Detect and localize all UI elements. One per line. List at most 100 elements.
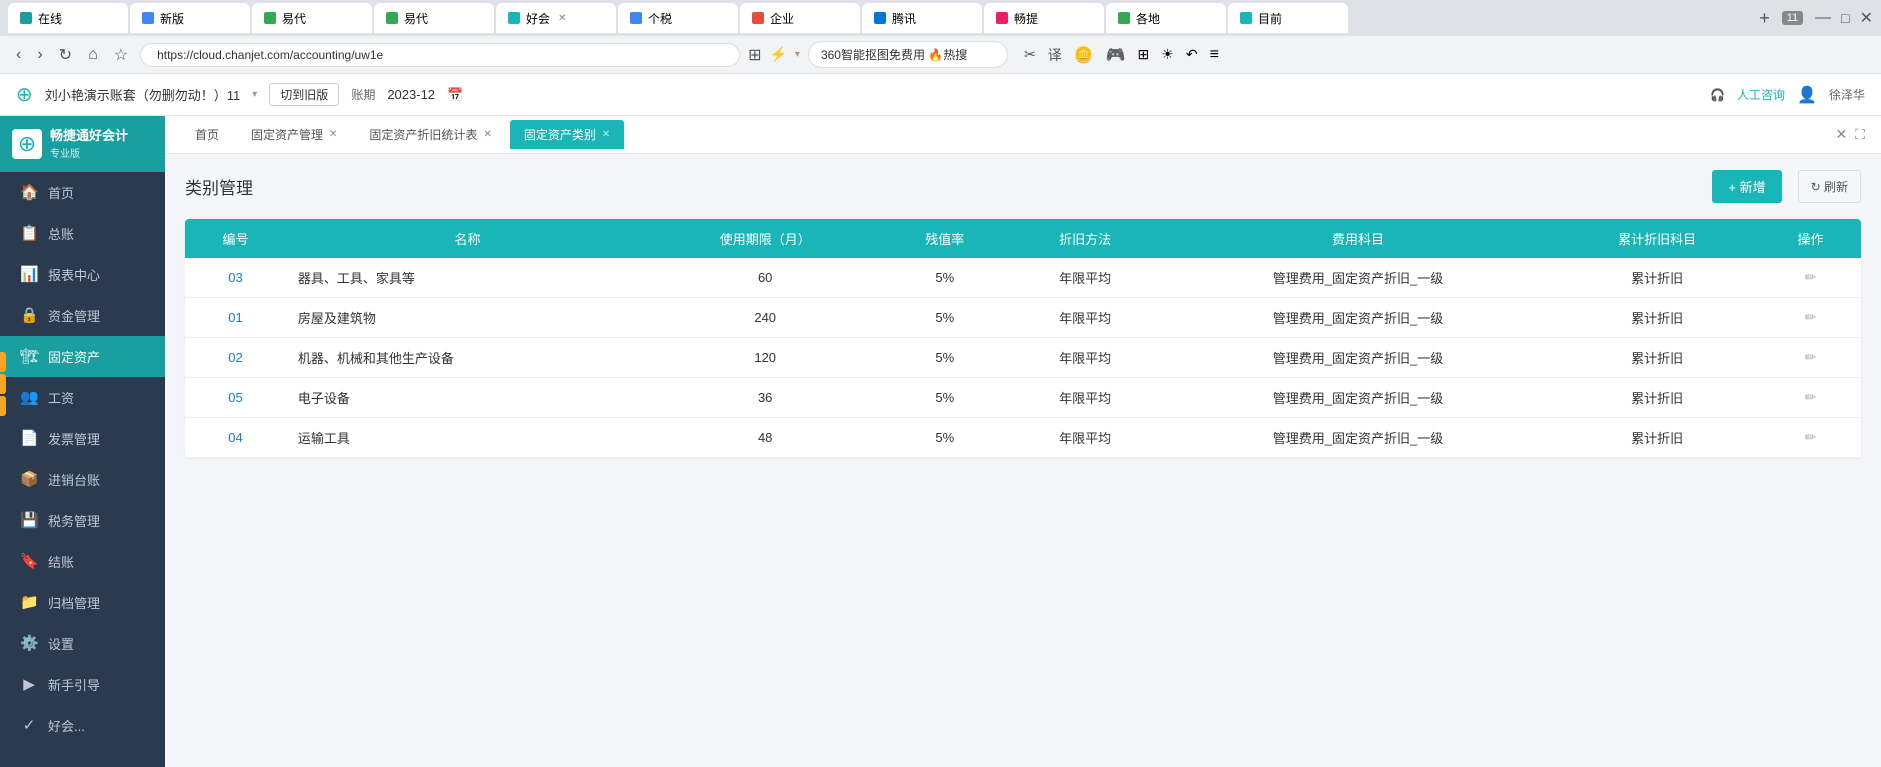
col-action: 操作 xyxy=(1760,219,1861,258)
tab-close-4[interactable]: ✕ xyxy=(558,13,566,24)
tab-label-0: 在线 xyxy=(38,10,62,27)
new-tab-button[interactable]: + xyxy=(1755,8,1774,29)
sidebar-item-inventory[interactable]: 📦 进销台账 xyxy=(0,459,165,500)
back-button[interactable]: ‹ xyxy=(12,42,25,68)
sidebar-item-closing[interactable]: 🔖 结账 xyxy=(0,541,165,582)
sidebar-label-closing: 结账 xyxy=(48,552,74,571)
tab-asset-category[interactable]: 固定资产类别 ✕ xyxy=(510,120,624,149)
sidebar-item-guide[interactable]: ▶ 新手引导 xyxy=(0,664,165,705)
address-icon: ⊞ xyxy=(748,45,761,65)
tab-fixed-assets-mgmt-close[interactable]: ✕ xyxy=(329,129,337,140)
tab-home[interactable]: 首页 xyxy=(181,120,233,149)
user-name: 徐泽华 xyxy=(1829,86,1865,103)
cell-expense-4: 管理费用_固定资产折旧_一级 xyxy=(1162,418,1554,458)
cell-accumulated-0: 累计折旧 xyxy=(1554,258,1760,298)
sidebar-item-archive[interactable]: 📁 归档管理 xyxy=(0,582,165,623)
refresh-button[interactable]: ↻ 刷新 xyxy=(1798,170,1861,203)
period-value: 2023-12 xyxy=(387,87,435,102)
browser-tab-6[interactable]: 企业 xyxy=(740,3,860,33)
browser-search-input[interactable]: 360智能抠图免费用 🔥热搜 xyxy=(808,41,1008,68)
cell-residual-0: 5% xyxy=(881,258,1008,298)
sidebar-item-finance[interactable]: 🔒 资金管理 xyxy=(0,295,165,336)
tab-asset-category-close[interactable]: ✕ xyxy=(602,129,610,140)
sidebar-item-home[interactable]: 🏠 首页 xyxy=(0,172,165,213)
tab-label-2: 易代 xyxy=(282,10,306,27)
browser-tab-2[interactable]: 易代 xyxy=(252,3,372,33)
tab-favicon-6 xyxy=(752,12,764,24)
dropdown-arrow[interactable]: ▾ xyxy=(252,89,257,100)
sidebar-item-settings[interactable]: ⚙️ 设置 xyxy=(0,623,165,664)
home-button[interactable]: ⌂ xyxy=(84,42,102,68)
payroll-icon: 👥 xyxy=(20,388,38,406)
sidebar-item-payroll[interactable]: 👥 工资 xyxy=(0,377,165,418)
browser-tab-4[interactable]: 好会 ✕ xyxy=(496,3,616,33)
reports-icon: 📊 xyxy=(20,265,38,283)
tab-depreciation-table-close[interactable]: ✕ xyxy=(483,129,491,140)
support-label[interactable]: 人工咨询 xyxy=(1737,86,1785,103)
edit-button-1[interactable]: ✏ xyxy=(1805,309,1817,325)
browser-tab-3[interactable]: 易代 xyxy=(374,3,494,33)
tab-fixed-assets-mgmt[interactable]: 固定资产管理 ✕ xyxy=(237,120,351,149)
tab-favicon-5 xyxy=(630,12,642,24)
tab-favicon-1 xyxy=(142,12,154,24)
calendar-icon[interactable]: 📅 xyxy=(447,87,463,103)
forward-button[interactable]: › xyxy=(33,42,46,68)
minimize-button[interactable]: — xyxy=(1815,9,1831,27)
menu-icon[interactable]: ≡ xyxy=(1210,46,1219,64)
close-window-button[interactable]: ✕ xyxy=(1860,8,1873,28)
cell-code-0: 03 xyxy=(185,258,286,298)
tab-count-badge: 11 xyxy=(1782,11,1803,25)
switch-version-button[interactable]: 切到旧版 xyxy=(269,83,339,106)
sidebar-label-finance: 资金管理 xyxy=(48,306,100,325)
sidebar-item-tax[interactable]: 💾 税务管理 xyxy=(0,500,165,541)
browser-tab-9[interactable]: 各地 xyxy=(1106,3,1226,33)
cell-code-2: 02 xyxy=(185,338,286,378)
sidebar-label-invoice: 发票管理 xyxy=(48,429,100,448)
sidebar-logo-text: 畅捷通好会计 xyxy=(50,128,128,145)
refresh-icon: ↻ xyxy=(1811,180,1821,194)
sidebar-label-tax: 税务管理 xyxy=(48,511,100,530)
home-icon: 🏠 xyxy=(20,183,38,201)
tab-label-9: 各地 xyxy=(1136,10,1160,27)
cell-method-0: 年限平均 xyxy=(1008,258,1161,298)
sidebar-label-more: 好会... xyxy=(48,716,85,735)
browser-tab-5[interactable]: 个税 xyxy=(618,3,738,33)
edit-button-2[interactable]: ✏ xyxy=(1805,349,1817,365)
tab-label-7: 腾讯 xyxy=(892,10,916,27)
edit-button-0[interactable]: ✏ xyxy=(1805,269,1817,285)
address-bar: ‹ › ↻ ⌂ ☆ https://cloud.chanjet.com/acco… xyxy=(0,36,1881,74)
tax-icon: 💾 xyxy=(20,511,38,529)
browser-tab-7[interactable]: 腾讯 xyxy=(862,3,982,33)
cell-name-1: 房屋及建筑物 xyxy=(286,298,649,338)
sidebar-label-ledger: 总账 xyxy=(48,224,74,243)
sidebar-item-more[interactable]: ✓ 好会... xyxy=(0,705,165,746)
tab-close-all[interactable]: ✕ xyxy=(1835,126,1847,143)
sidebar-item-invoice[interactable]: 📄 发票管理 xyxy=(0,418,165,459)
sidebar-item-fixed-assets[interactable]: 🏗 固定资产 xyxy=(0,336,165,377)
tab-depreciation-table[interactable]: 固定资产折旧统计表 ✕ xyxy=(355,120,505,149)
edit-button-4[interactable]: ✏ xyxy=(1805,429,1817,445)
maximize-button[interactable]: □ xyxy=(1841,10,1849,26)
cell-residual-2: 5% xyxy=(881,338,1008,378)
address-dropdown[interactable]: ▾ xyxy=(795,49,800,60)
add-button[interactable]: + 新增 xyxy=(1712,170,1781,203)
table-header-row: 编号 名称 使用期限（月） 残值率 折旧方法 费用科目 累计折旧科目 操作 xyxy=(185,219,1861,258)
cell-action-4: ✏ xyxy=(1760,418,1861,458)
sidebar-item-reports[interactable]: 📊 报表中心 xyxy=(0,254,165,295)
tab-expand[interactable]: ⛶ xyxy=(1855,126,1865,143)
browser-tab-0[interactable]: 在线 xyxy=(8,3,128,33)
browser-tab-8[interactable]: 畅提 xyxy=(984,3,1104,33)
support-icon: 🎧 xyxy=(1710,88,1725,102)
bookmark-button[interactable]: ☆ xyxy=(110,41,132,69)
refresh-button[interactable]: ↻ xyxy=(55,41,76,69)
cell-period-2: 120 xyxy=(649,338,881,378)
game-icon: 🎮 xyxy=(1106,45,1126,65)
browser-tab-10[interactable]: 目前 xyxy=(1228,3,1348,33)
url-input[interactable]: https://cloud.chanjet.com/accounting/uw1… xyxy=(140,43,740,67)
cell-expense-2: 管理费用_固定资产折旧_一级 xyxy=(1162,338,1554,378)
col-method: 折旧方法 xyxy=(1008,219,1161,258)
edit-button-3[interactable]: ✏ xyxy=(1805,389,1817,405)
cell-method-1: 年限平均 xyxy=(1008,298,1161,338)
sidebar-item-ledger[interactable]: 📋 总账 xyxy=(0,213,165,254)
browser-tab-1[interactable]: 新版 xyxy=(130,3,250,33)
